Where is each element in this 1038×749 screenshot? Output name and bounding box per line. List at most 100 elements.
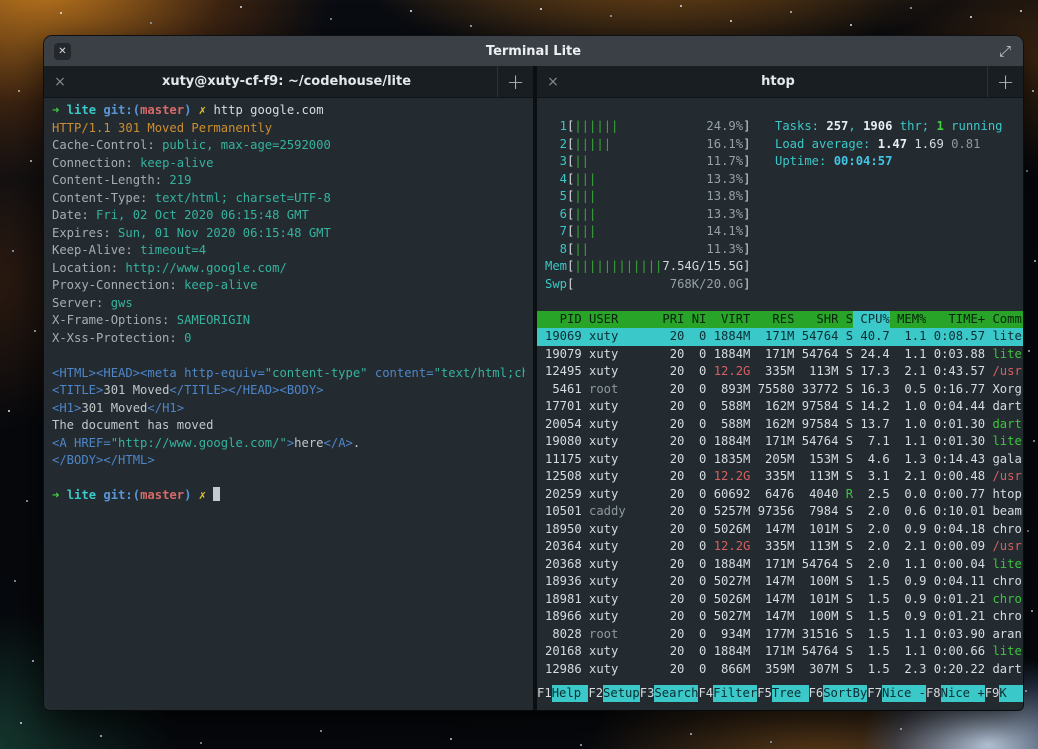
process-row[interactable]: 5461 root 20 0 893M 75580 33772 S 16.3 0.5 0:16.77… (537, 381, 1023, 399)
cell-ni: 0 (699, 486, 707, 501)
col-header-pri[interactable]: PRI (655, 311, 684, 329)
cell-virt: 934M (721, 626, 751, 641)
process-row[interactable]: 18936 xuty 20 0 5027M 147M 100M S 1.5 0.9 0:04.11 c… (537, 573, 1023, 591)
col-header-user[interactable]: USER (582, 311, 655, 329)
cell-ni: 0 (699, 434, 707, 448)
fnkey-f7[interactable]: F7Nice - (867, 684, 926, 702)
col-header-shr[interactable]: SHR (794, 311, 838, 329)
col-header-s[interactable]: S (838, 311, 853, 329)
cell-shr: 101M (809, 591, 839, 606)
shell-terminal[interactable]: ➜ lite git:(master) ✗ http google.com HTT… (44, 98, 533, 710)
window-close-button[interactable]: ✕ (54, 42, 71, 60)
text-segment: Load average: (775, 136, 878, 151)
fnkey-f1[interactable]: F1Help (537, 684, 589, 702)
cell-mem: 1.1 (904, 329, 927, 343)
fnkey-f3[interactable]: F3Search (640, 684, 699, 702)
cell-virt: 588M (721, 416, 751, 431)
text-segment: ✗ (198, 488, 214, 502)
process-row[interactable]: 12986 xuty 20 0 866M 359M 307M S 1.5 2.3 0:20.22 da… (537, 661, 1023, 679)
fnkey-f9[interactable]: F9K (984, 684, 1023, 702)
cell-ni: 0 (699, 399, 707, 413)
process-row[interactable]: 18950 xuty 20 0 5026M 147M 101M S 2.0 0.9 0:04.18 c… (537, 521, 1023, 539)
col-header-pid[interactable]: PID (545, 311, 582, 329)
shell-tab-add-button[interactable]: + (497, 66, 533, 97)
cell-res: 171M (765, 644, 795, 658)
fnkey-f2[interactable]: F2Setup (588, 684, 640, 702)
cell-user: xuty (589, 434, 619, 448)
cell-user: root (589, 381, 619, 396)
col-header-cmd[interactable]: Comm (985, 311, 1023, 329)
cell-time: 0:20.22 (933, 661, 986, 676)
cell-ni: 0 (699, 329, 707, 343)
fnkey-f6[interactable]: F6SortBy (809, 684, 868, 702)
col-header-res[interactable]: RES (750, 311, 794, 329)
fnkey-number: F9 (984, 685, 1000, 700)
htop-tab-add-button[interactable]: + (987, 66, 1023, 97)
cell-user: root (589, 626, 619, 641)
text-segment: Connection: (52, 155, 141, 170)
process-row[interactable]: 11175 xuty 20 0 1835M 205M 153M S 4.6 1.3 0:14.43 g… (537, 451, 1023, 469)
cell-ni: 0 (699, 504, 707, 518)
swp-meter: Swp[ 768K/20.0G] (545, 276, 751, 294)
col-header-mem[interactable]: MEM% (890, 311, 926, 329)
process-row[interactable]: 18966 xuty 20 0 5027M 147M 100M S 1.5 0.9 0:01.21 c… (537, 608, 1023, 626)
cell-s: S (845, 346, 854, 361)
htop-tab-close-button[interactable]: × (537, 74, 569, 90)
process-row[interactable]: 12495 xuty 20 0 12.2G 335M 113M S 17.3 2.1 0:43.57… (537, 363, 1023, 381)
fnkey-f8[interactable]: F8Nice + (925, 684, 985, 702)
cell-ni: 0 (699, 539, 707, 553)
process-row[interactable]: 8028 root 20 0 934M 177M 31516 S 1.5 1.1 0:03.90 ar… (537, 626, 1023, 644)
shell-tab-close-button[interactable]: × (44, 74, 76, 90)
process-row[interactable]: 20054 xuty 20 0 588M 162M 97584 S 13.7 1.0 0:01.30… (537, 416, 1023, 434)
cell-mem: 0.9 (904, 574, 927, 588)
text-segment: git:( (103, 488, 141, 502)
process-row[interactable]: 10501 caddy 20 0 5257M 97356 7984 S 2.0 0.6 0:10.0… (537, 503, 1023, 521)
process-row[interactable]: 12508 xuty 20 0 12.2G 335M 113M S 3.1 2.1 0:00.48 /… (537, 468, 1023, 486)
cell-cpu: 2.0 (867, 556, 890, 571)
col-header-virt[interactable]: VIRT (706, 311, 750, 329)
window-titlebar[interactable]: ✕ Terminal Lite ⤢ (44, 36, 1023, 66)
text-segment: 1.47 (877, 136, 908, 151)
cell-virt: 12.2G (713, 539, 751, 553)
text-segment: X-Frame-Options: (52, 313, 177, 327)
col-header-ni[interactable]: NI (684, 311, 707, 329)
process-row[interactable]: 20259 xuty 20 0 60692 6476 4040 R 2.5 0.0 0:00.77 h… (537, 486, 1023, 504)
cell-virt: 1884M (713, 644, 751, 658)
cell-s: S (845, 626, 854, 641)
cell-cpu: 2.0 (867, 539, 890, 553)
cell-res: 171M (765, 329, 795, 343)
process-row[interactable]: 19079 xuty 20 0 1884M 171M 54764 S 24.4 1.1 0:03.8… (537, 346, 1023, 364)
cell-time: 0:00.77 (933, 486, 986, 501)
text-segment: Uptime: (775, 154, 834, 168)
cell-user: xuty (589, 661, 619, 676)
cell-res: 171M (765, 556, 795, 571)
meter-bars: ||| (574, 206, 597, 221)
process-row[interactable]: 20168 xuty 20 0 1884M 171M 54764 S 1.5 1.1 0:00.66… (537, 643, 1023, 661)
cell-s: S (845, 661, 854, 676)
text-segment: Keep-Alive: (52, 243, 141, 257)
process-row[interactable]: 17701 xuty 20 0 588M 162M 97584 S 14.2 1.0 0:04.44… (537, 398, 1023, 416)
fnkey-number: F8 (925, 685, 941, 700)
cell-shr: 97584 (801, 416, 839, 431)
col-header-cpu[interactable]: CPU% (853, 310, 890, 328)
process-row[interactable]: 20368 xuty 20 0 1884M 171M 54764 S 2.0 1.1 0:00.04… (537, 556, 1023, 574)
process-row[interactable]: 19080 xuty 20 0 1884M 171M 54764 S 7.1 1.1 0:01.30… (537, 433, 1023, 451)
process-row[interactable]: 18981 xuty 20 0 5026M 147M 101M S 1.5 0.9 0:01.21 c… (537, 591, 1023, 609)
fnkey-f5[interactable]: F5Tree (757, 684, 809, 702)
cell-res: 147M (765, 591, 795, 606)
cell-user: xuty (589, 329, 619, 343)
cell-virt: 588M (721, 399, 751, 413)
cell-cmd: dart (992, 661, 1022, 676)
cell-res: 177M (765, 626, 795, 641)
process-row[interactable]: 20364 xuty 20 0 12.2G 335M 113M S 2.0 2.1 0:00.09 /… (537, 538, 1023, 556)
fnkey-f4[interactable]: F4Filter (698, 684, 758, 702)
process-row[interactable]: 19069 xuty 20 0 1884M 171M 54764 S 40.7 1.1 0:08.5… (537, 328, 1023, 346)
window-expand-icon[interactable]: ⤢ (999, 42, 1011, 60)
cell-cmd: chro (992, 521, 1022, 536)
col-header-time[interactable]: TIME+ (926, 311, 985, 329)
cell-cpu: 40.7 (860, 329, 890, 343)
htop-terminal[interactable]: 1[|||||| 24.9%] 2[||||| 16.1%] 3[|| 11.7%]… (537, 98, 1023, 710)
cell-res: 205M (765, 451, 795, 466)
cell-ni: 0 (699, 644, 707, 658)
